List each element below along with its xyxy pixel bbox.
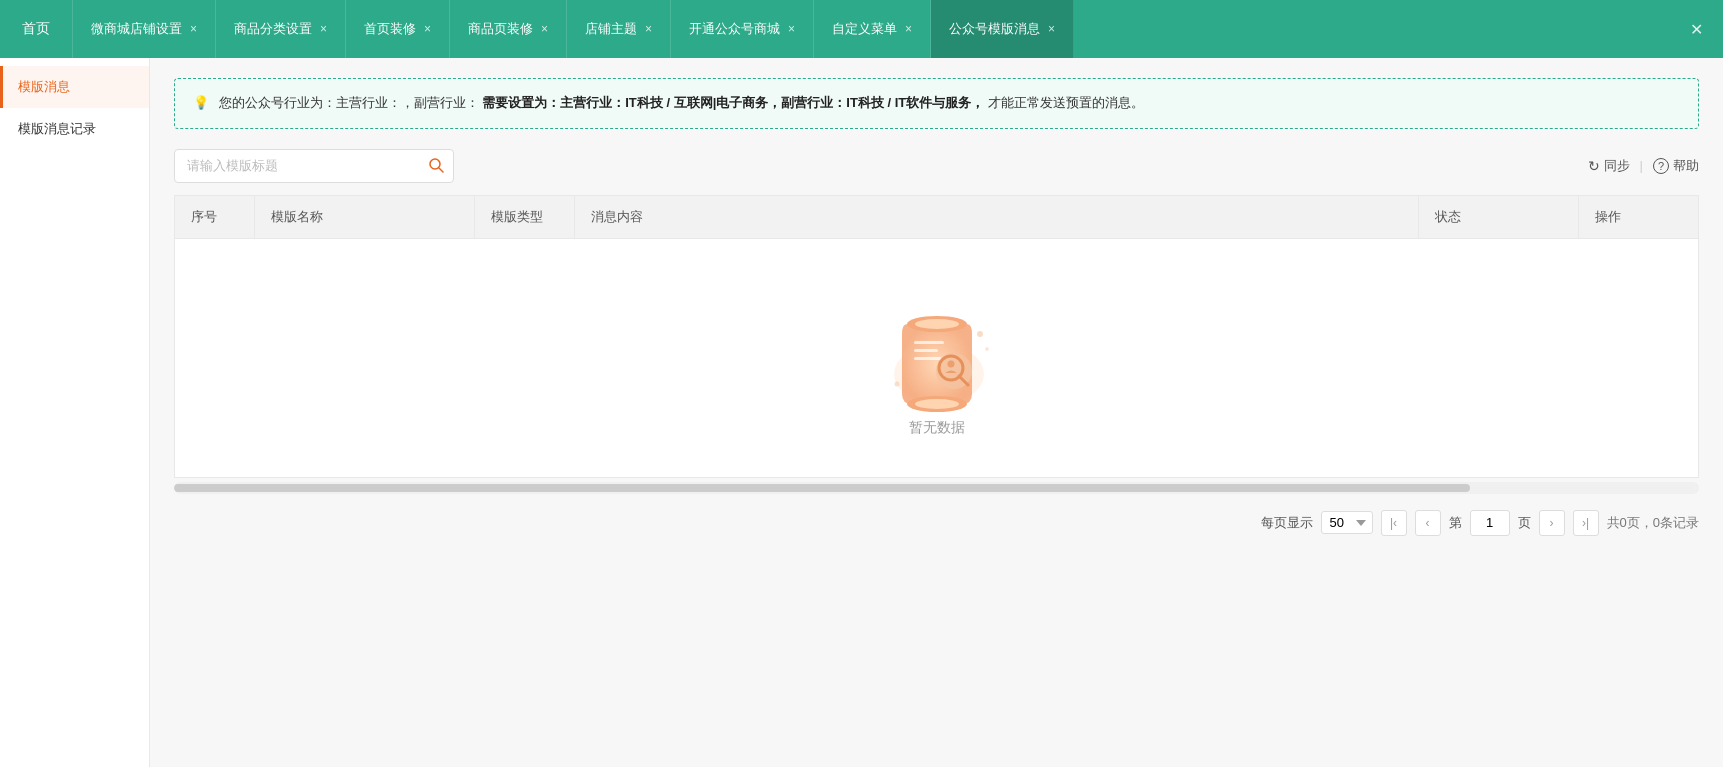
page-size-label: 每页显示: [1261, 514, 1313, 532]
tab-product-category[interactable]: 商品分类设置 ×: [216, 0, 346, 58]
lightbulb-icon: 💡: [193, 95, 209, 110]
data-table: 序号 模版名称 模版类型 消息内容 状态 操作: [174, 195, 1699, 478]
tab-open-mall-label: 开通公众号商城: [689, 20, 780, 38]
col-status-header: 状态: [1419, 195, 1579, 238]
tab-template-msg-label: 公众号模版消息: [949, 20, 1040, 38]
close-icon[interactable]: ×: [645, 22, 652, 36]
last-page-button[interactable]: ›|: [1573, 510, 1599, 536]
first-page-icon: |‹: [1390, 516, 1397, 530]
tab-shop-settings-label: 微商城店铺设置: [91, 20, 182, 38]
content-area: 💡 您的公众号行业为：主营行业：，副营行业： 需要设置为：主营行业：IT科技 /…: [150, 58, 1723, 767]
search-icon: [429, 158, 444, 173]
tab-template-msg[interactable]: 公众号模版消息 ×: [931, 0, 1074, 58]
col-action-header: 操作: [1579, 195, 1699, 238]
tab-product-decor[interactable]: 商品页装修 ×: [450, 0, 567, 58]
prev-page-button[interactable]: ‹: [1415, 510, 1441, 536]
notice-box: 💡 您的公众号行业为：主营行业：，副营行业： 需要设置为：主营行业：IT科技 /…: [174, 78, 1699, 129]
next-page-icon: ›: [1550, 516, 1554, 530]
table-header-row: 序号 模版名称 模版类型 消息内容 状态 操作: [175, 195, 1699, 238]
notice-suffix: 才能正常发送预置的消息。: [988, 95, 1144, 110]
sidebar: 模版消息 模版消息记录: [0, 58, 150, 767]
search-input[interactable]: [174, 149, 454, 183]
tab-product-category-label: 商品分类设置: [234, 20, 312, 38]
main-layout: 模版消息 模版消息记录 💡 您的公众号行业为：主营行业：，副营行业： 需要设置为…: [0, 58, 1723, 767]
sync-button[interactable]: ↻ 同步: [1588, 157, 1630, 175]
svg-point-13: [947, 360, 954, 367]
toolbar-right: ↻ 同步 | ? 帮助: [1588, 157, 1699, 175]
first-page-button[interactable]: |‹: [1381, 510, 1407, 536]
page-prefix: 第: [1449, 514, 1462, 532]
search-input-wrap: [174, 149, 454, 183]
page-size-select[interactable]: 10 20 50 100: [1321, 511, 1373, 534]
close-icon[interactable]: ×: [320, 22, 327, 36]
tab-shop-theme-label: 店铺主题: [585, 20, 637, 38]
pagination: 每页显示 10 20 50 100 |‹ ‹ 第 页 › ›| 共0页，0条记录: [174, 498, 1699, 540]
svg-point-6: [915, 399, 959, 409]
close-icon[interactable]: ×: [190, 22, 197, 36]
sync-icon: ↻: [1588, 158, 1600, 174]
tab-custom-menu-label: 自定义菜单: [832, 20, 897, 38]
prev-page-icon: ‹: [1426, 516, 1430, 530]
svg-point-4: [915, 319, 959, 329]
close-icon[interactable]: ×: [905, 22, 912, 36]
toolbar-divider: |: [1640, 158, 1643, 173]
close-all-button[interactable]: ✕: [1670, 20, 1723, 39]
empty-state: 暂无数据: [175, 239, 1698, 477]
svg-rect-8: [914, 349, 938, 352]
sync-label: 同步: [1604, 157, 1630, 175]
notice-prefix: 您的公众号行业为：主营行业：，副营行业：: [219, 95, 479, 110]
tab-home-label: 首页: [22, 20, 50, 38]
svg-point-16: [894, 381, 899, 386]
notice-highlight: 需要设置为：主营行业：IT科技 / 互联网|电子商务，副营行业：IT科技 / I…: [482, 95, 984, 110]
help-icon: ?: [1653, 158, 1669, 174]
tab-shop-settings[interactable]: 微商城店铺设置 ×: [73, 0, 216, 58]
last-page-icon: ›|: [1582, 516, 1589, 530]
scrollbar-thumb: [174, 484, 1470, 492]
close-icon[interactable]: ×: [541, 22, 548, 36]
empty-text: 暂无数据: [909, 419, 965, 437]
col-name-header: 模版名称: [255, 195, 475, 238]
empty-illustration: [872, 299, 1002, 419]
tab-custom-menu[interactable]: 自定义菜单 ×: [814, 0, 931, 58]
search-button[interactable]: [418, 149, 454, 183]
search-bar: ↻ 同步 | ? 帮助: [174, 149, 1699, 183]
tab-product-decor-label: 商品页装修: [468, 20, 533, 38]
next-page-button[interactable]: ›: [1539, 510, 1565, 536]
tab-bar: 首页 微商城店铺设置 × 商品分类设置 × 首页装修 × 商品页装修 × 店铺主…: [0, 0, 1723, 58]
help-label: 帮助: [1673, 157, 1699, 175]
page-input[interactable]: [1470, 510, 1510, 536]
tab-home-decor-label: 首页装修: [364, 20, 416, 38]
sidebar-item-template-msg-label: 模版消息: [18, 79, 70, 94]
tab-home-decor[interactable]: 首页装修 ×: [346, 0, 450, 58]
help-button[interactable]: ? 帮助: [1653, 157, 1699, 175]
page-total: 共0页，0条记录: [1607, 514, 1699, 532]
svg-rect-9: [914, 357, 942, 360]
tab-shop-theme[interactable]: 店铺主题 ×: [567, 0, 671, 58]
horizontal-scrollbar[interactable]: [174, 482, 1699, 494]
tab-home[interactable]: 首页: [0, 0, 73, 58]
svg-point-14: [977, 331, 983, 337]
col-seq-header: 序号: [175, 195, 255, 238]
sidebar-item-template-msg-log-label: 模版消息记录: [18, 121, 96, 136]
col-type-header: 模版类型: [475, 195, 575, 238]
close-icon[interactable]: ×: [788, 22, 795, 36]
svg-point-15: [985, 347, 989, 351]
close-icon[interactable]: ×: [424, 22, 431, 36]
tab-open-mall[interactable]: 开通公众号商城 ×: [671, 0, 814, 58]
svg-line-1: [439, 168, 443, 172]
svg-rect-7: [914, 341, 944, 344]
sidebar-item-template-msg[interactable]: 模版消息: [0, 66, 149, 108]
col-content-header: 消息内容: [575, 195, 1419, 238]
close-icon[interactable]: ×: [1048, 22, 1055, 36]
empty-state-row: 暂无数据: [175, 238, 1699, 477]
sidebar-item-template-msg-log[interactable]: 模版消息记录: [0, 108, 149, 150]
page-suffix: 页: [1518, 514, 1531, 532]
